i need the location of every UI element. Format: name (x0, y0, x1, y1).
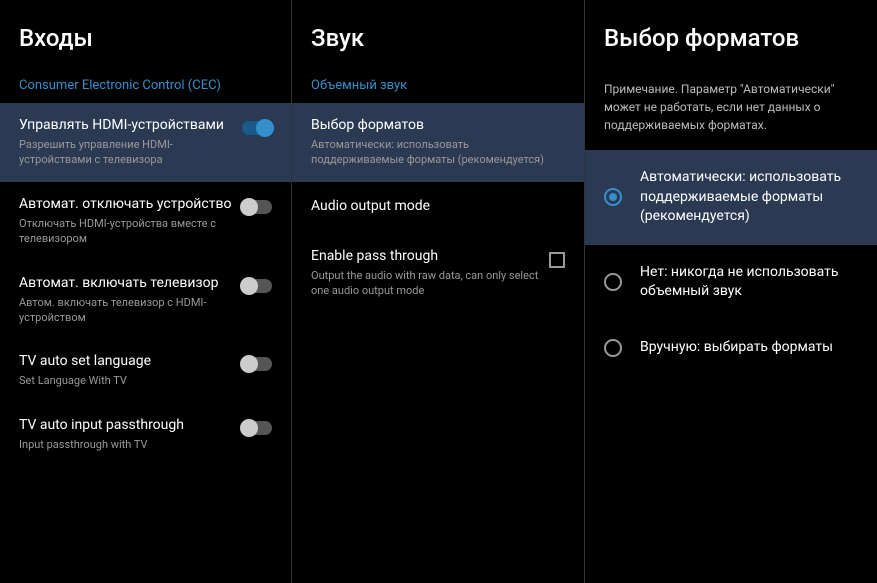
item-title: Enable pass through (311, 248, 539, 264)
tv-auto-language-item[interactable]: TV auto set language Set Language With T… (0, 339, 291, 402)
tv-auto-input-passthrough-toggle[interactable] (242, 421, 272, 435)
sound-column: Звук Объемный звук Выбор форматов Автома… (292, 0, 585, 583)
auto-on-tv-toggle[interactable] (242, 279, 272, 293)
item-title: TV auto set language (19, 353, 232, 369)
item-content: Enable pass through Output the audio wit… (311, 248, 549, 299)
item-content: Автомат. включать телевизор Автом. включ… (19, 275, 242, 326)
formats-column: Выбор форматов Примечание. Параметр "Авт… (585, 0, 877, 583)
item-subtitle: Отключать HDMI-устройства вместе с телев… (19, 216, 232, 247)
formats-note: Примечание. Параметр "Автоматически" мож… (585, 68, 877, 150)
auto-off-device-toggle[interactable] (242, 200, 272, 214)
item-subtitle: Input passthrough with TV (19, 437, 232, 452)
inputs-title: Входы (19, 24, 272, 52)
cec-section-label: Consumer Electronic Control (CEC) (0, 68, 291, 103)
inputs-column: Входы Consumer Electronic Control (CEC) … (0, 0, 292, 583)
item-subtitle: Set Language With TV (19, 373, 232, 388)
radio-label: Автоматически: использовать поддерживаем… (640, 168, 858, 227)
surround-section-label: Объемный звук (292, 68, 584, 103)
radio-label: Вручную: выбирать форматы (640, 338, 833, 358)
auto-off-device-item[interactable]: Автомат. отключать устройство Отключать … (0, 182, 291, 261)
audio-output-mode-item[interactable]: Audio output mode (292, 182, 584, 234)
radio-icon (604, 273, 622, 291)
tv-auto-language-toggle[interactable] (242, 357, 272, 371)
item-subtitle: Разрешить управление HDMI-устройствами с… (19, 137, 232, 168)
item-title: TV auto input passthrough (19, 417, 232, 433)
formats-title: Выбор форматов (604, 24, 858, 52)
item-content: TV auto input passthrough Input passthro… (19, 417, 242, 452)
sound-title: Звук (311, 24, 565, 52)
item-content: Выбор форматов Автоматически: использова… (311, 117, 565, 168)
item-subtitle: Output the audio with raw data, can only… (311, 268, 539, 299)
item-title: Управлять HDMI-устройствами (19, 117, 232, 133)
item-content: Автомат. отключать устройство Отключать … (19, 196, 242, 247)
enable-passthrough-checkbox[interactable] (549, 252, 565, 268)
radio-icon (604, 188, 622, 206)
format-manual-option[interactable]: Вручную: выбирать форматы (585, 320, 877, 376)
format-selection-item[interactable]: Выбор форматов Автоматически: использова… (292, 103, 584, 182)
item-title: Автомат. отключать устройство (19, 196, 232, 212)
radio-label: Нет: никогда не использовать объемный зв… (640, 263, 858, 302)
item-subtitle: Автом. включать телевизор с HDMI-устройс… (19, 295, 232, 326)
inputs-header: Входы (0, 0, 291, 68)
format-none-option[interactable]: Нет: никогда не использовать объемный зв… (585, 245, 877, 320)
item-content: Управлять HDMI-устройствами Разрешить уп… (19, 117, 242, 168)
auto-on-tv-item[interactable]: Автомат. включать телевизор Автом. включ… (0, 261, 291, 340)
formats-header: Выбор форматов (585, 0, 877, 68)
format-auto-option[interactable]: Автоматически: использовать поддерживаем… (585, 150, 877, 245)
enable-passthrough-item[interactable]: Enable pass through Output the audio wit… (292, 234, 584, 313)
radio-icon (604, 339, 622, 357)
item-content: TV auto set language Set Language With T… (19, 353, 242, 388)
manage-hdmi-item[interactable]: Управлять HDMI-устройствами Разрешить уп… (0, 103, 291, 182)
item-subtitle: Автоматически: использовать поддерживаем… (311, 137, 555, 168)
tv-auto-input-passthrough-item[interactable]: TV auto input passthrough Input passthro… (0, 403, 291, 466)
item-title: Автомат. включать телевизор (19, 275, 232, 291)
item-title: Выбор форматов (311, 117, 555, 133)
sound-header: Звук (292, 0, 584, 68)
manage-hdmi-toggle[interactable] (242, 121, 272, 135)
item-title: Audio output mode (311, 198, 565, 214)
